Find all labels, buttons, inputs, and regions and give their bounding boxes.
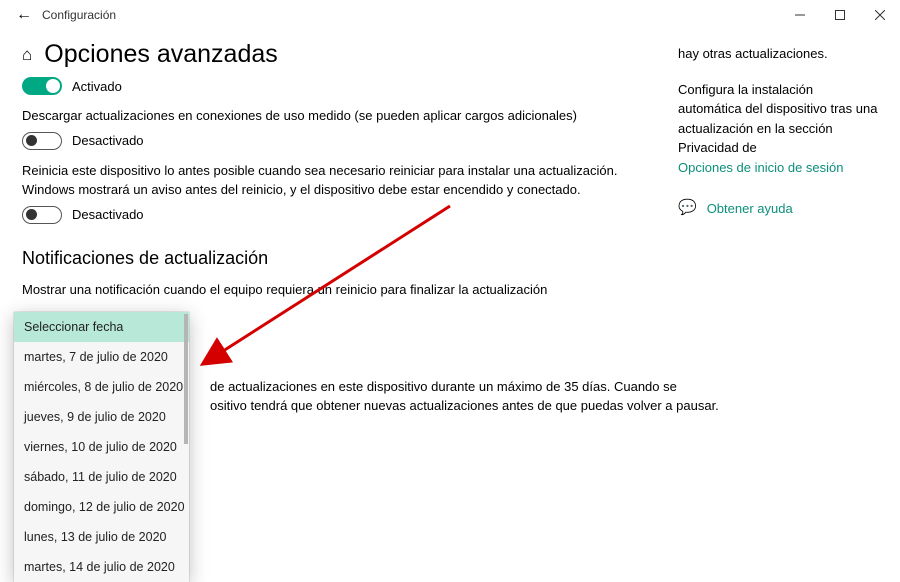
toggle-activado[interactable]: Activado bbox=[22, 77, 658, 95]
back-icon[interactable]: ← bbox=[10, 6, 38, 24]
dropdown-option[interactable]: martes, 14 de julio de 2020 bbox=[14, 552, 189, 582]
dropdown-scrollbar[interactable] bbox=[184, 314, 188, 444]
toggle-label: Desactivado bbox=[72, 133, 144, 148]
desc-restart: Reinicia este dispositivo lo antes posib… bbox=[22, 162, 658, 200]
date-dropdown[interactable]: Seleccionar fecha martes, 7 de julio de … bbox=[14, 312, 189, 582]
toggle-label: Desactivado bbox=[72, 207, 144, 222]
help-icon: 💬 bbox=[678, 197, 697, 220]
dropdown-option[interactable]: viernes, 10 de julio de 2020 bbox=[14, 432, 189, 462]
toggle-restart[interactable]: Desactivado bbox=[22, 206, 658, 224]
dropdown-option[interactable]: jueves, 9 de julio de 2020 bbox=[14, 402, 189, 432]
window-buttons bbox=[780, 0, 900, 30]
link-signin-options[interactable]: Opciones de inicio de sesión bbox=[678, 160, 844, 175]
dropdown-option[interactable]: sábado, 11 de julio de 2020 bbox=[14, 462, 189, 492]
dropdown-option[interactable]: lunes, 13 de julio de 2020 bbox=[14, 522, 189, 552]
title-bar: ← Configuración bbox=[0, 0, 900, 30]
home-icon[interactable]: ⌂ bbox=[22, 45, 32, 65]
main-panel: ⌂ Opciones avanzadas Activado Descargar … bbox=[22, 34, 658, 305]
side-text-1: hay otras actualizaciones. bbox=[678, 44, 878, 64]
minimize-button[interactable] bbox=[780, 0, 820, 30]
side-panel: hay otras actualizaciones. Configura la … bbox=[658, 34, 878, 305]
link-get-help[interactable]: Obtener ayuda bbox=[707, 199, 793, 219]
maximize-button[interactable] bbox=[820, 0, 860, 30]
window-title: Configuración bbox=[42, 8, 116, 22]
pause-desc-line2: ositivo tendrá que obtener nuevas actual… bbox=[210, 397, 719, 416]
toggle-metered[interactable]: Desactivado bbox=[22, 132, 658, 150]
dropdown-option[interactable]: martes, 7 de julio de 2020 bbox=[14, 342, 189, 372]
dropdown-option[interactable]: Seleccionar fecha bbox=[14, 312, 189, 342]
pause-desc-line1: de actualizaciones en este dispositivo d… bbox=[210, 378, 677, 397]
desc-notification: Mostrar una notificación cuando el equip… bbox=[22, 281, 658, 300]
desc-metered: Descargar actualizaciones en conexiones … bbox=[22, 107, 658, 126]
dropdown-option[interactable]: domingo, 12 de julio de 2020 bbox=[14, 492, 189, 522]
section-notifications: Notificaciones de actualización bbox=[22, 248, 658, 269]
toggle-label: Activado bbox=[72, 79, 122, 94]
close-button[interactable] bbox=[860, 0, 900, 30]
page-title: Opciones avanzadas bbox=[44, 40, 277, 69]
dropdown-option[interactable]: miércoles, 8 de julio de 2020 bbox=[14, 372, 189, 402]
side-text-2: Configura la instalación automática del … bbox=[678, 80, 878, 158]
